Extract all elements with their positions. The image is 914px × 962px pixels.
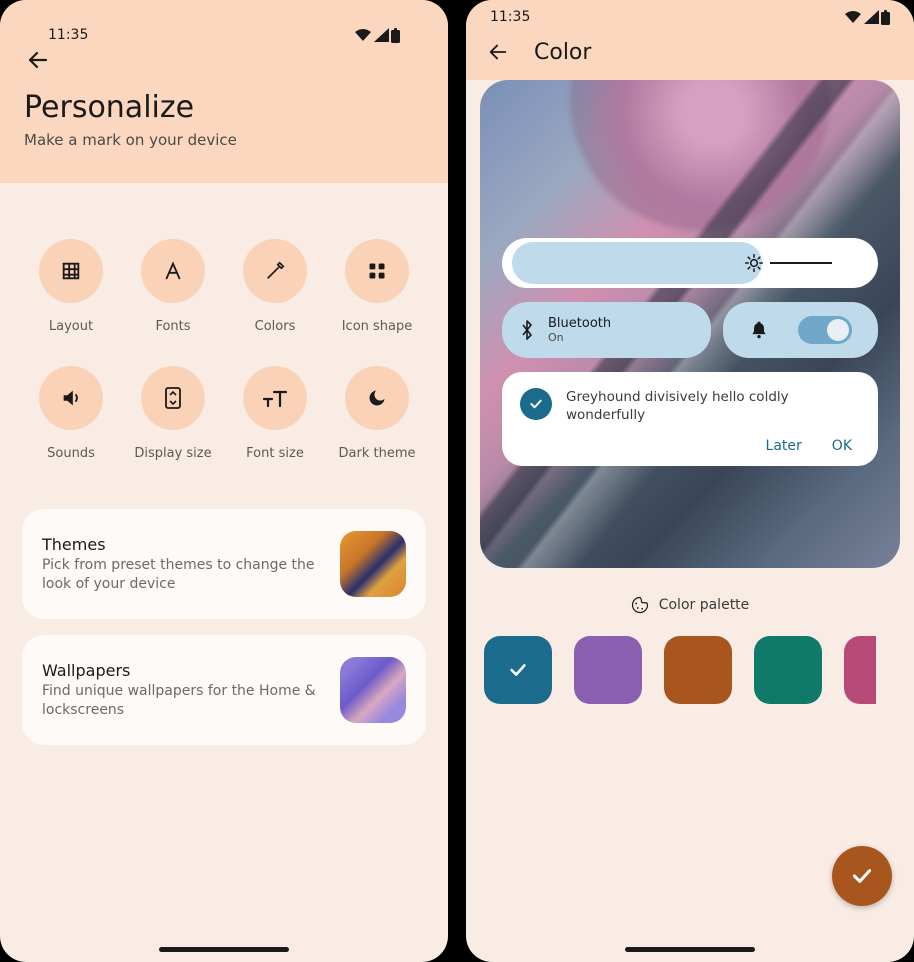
option-fonts[interactable]: Fonts [122,239,224,334]
four-squares-icon [367,261,387,281]
option-label: Icon shape [342,319,413,334]
back-button[interactable] [484,38,512,66]
brightness-slider[interactable] [502,238,878,288]
slider-track [770,262,832,264]
status-bar: 11:35 [466,0,914,28]
swatch-1[interactable] [574,636,642,704]
arrow-left-icon [487,41,509,63]
option-label: Sounds [47,446,95,461]
personalize-screen: 11:35 Personalize Make a mark on your de… [0,0,448,962]
theme-preview: Bluetooth On Greyhound divisively hello … [480,80,900,568]
wallpapers-card[interactable]: Wallpapers Find unique wallpapers for th… [22,635,426,745]
status-icons [844,10,890,25]
option-label: Display size [134,446,211,461]
moon-icon [367,388,387,408]
page-title: Color [534,40,591,65]
palette-icon [631,596,649,614]
nav-indicator[interactable] [159,947,289,952]
card-desc: Find unique wallpapers for the Home & lo… [42,682,326,720]
brightness-icon [740,249,768,277]
status-icons [354,28,400,43]
speaker-icon [60,387,82,409]
themes-thumbnail [340,531,406,597]
grid-icon [60,260,82,282]
nav-indicator[interactable] [625,947,755,952]
arrow-left-icon [26,48,50,72]
themes-card[interactable]: Themes Pick from preset themes to change… [22,509,426,619]
ok-button[interactable]: OK [832,438,852,454]
letter-a-icon [162,260,184,282]
swatch-4[interactable] [844,636,876,704]
wifi-icon [354,28,372,42]
back-button[interactable] [24,46,52,74]
text-size-icon [262,388,288,408]
palette-label: Color palette [659,597,750,613]
toggle-switch[interactable] [798,316,852,344]
option-dark-theme[interactable]: Dark theme [326,366,428,461]
bluetooth-icon [518,319,536,341]
option-label: Dark theme [339,446,416,461]
option-label: Colors [255,319,296,334]
page-title: Personalize [24,90,424,125]
header: 11:35 Personalize Make a mark on your de… [0,0,448,183]
bell-icon [749,320,769,340]
header: Color [466,28,914,80]
check-circle-icon [520,388,552,420]
swatch-3[interactable] [754,636,822,704]
option-sounds[interactable]: Sounds [20,366,122,461]
page-subtitle: Make a mark on your device [24,131,424,149]
battery-icon [391,28,400,43]
bluetooth-title: Bluetooth [548,316,611,331]
option-label: Layout [49,319,93,334]
cards-section: Themes Pick from preset themes to change… [0,491,448,763]
palette-label-row: Color palette [466,596,914,614]
card-title: Themes [42,535,326,554]
status-time: 11:35 [490,9,530,25]
color-screen: 11:35 Color [466,0,914,962]
notification-text: Greyhound divisively hello coldly wonder… [566,388,860,424]
option-display-size[interactable]: Display size [122,366,224,461]
swatch-0[interactable] [484,636,552,704]
option-font-size[interactable]: Font size [224,366,326,461]
wifi-icon [844,10,862,24]
signal-icon [374,28,389,42]
resize-icon [163,386,183,410]
check-icon [849,863,875,889]
eyedropper-icon [264,260,286,282]
card-desc: Pick from preset themes to change the lo… [42,556,326,594]
option-label: Fonts [155,319,190,334]
wallpapers-thumbnail [340,657,406,723]
dnd-tile[interactable] [723,302,878,358]
later-button[interactable]: Later [766,438,802,454]
battery-icon [881,10,890,25]
bluetooth-status: On [548,331,611,344]
option-layout[interactable]: Layout [20,239,122,334]
option-label: Font size [246,446,304,461]
notification-card[interactable]: Greyhound divisively hello coldly wonder… [502,372,878,466]
option-colors[interactable]: Colors [224,239,326,334]
check-icon [507,659,529,681]
option-icon-shape[interactable]: Icon shape [326,239,428,334]
swatch-2[interactable] [664,636,732,704]
confirm-fab[interactable] [832,846,892,906]
status-bar: 11:35 [24,18,424,46]
signal-icon [864,10,879,24]
card-title: Wallpapers [42,661,326,680]
bluetooth-tile[interactable]: Bluetooth On [502,302,711,358]
options-grid: Layout Fonts Colors Icon shape Sounds Di… [0,183,448,491]
color-swatches [466,636,914,704]
status-time: 11:35 [48,27,88,43]
